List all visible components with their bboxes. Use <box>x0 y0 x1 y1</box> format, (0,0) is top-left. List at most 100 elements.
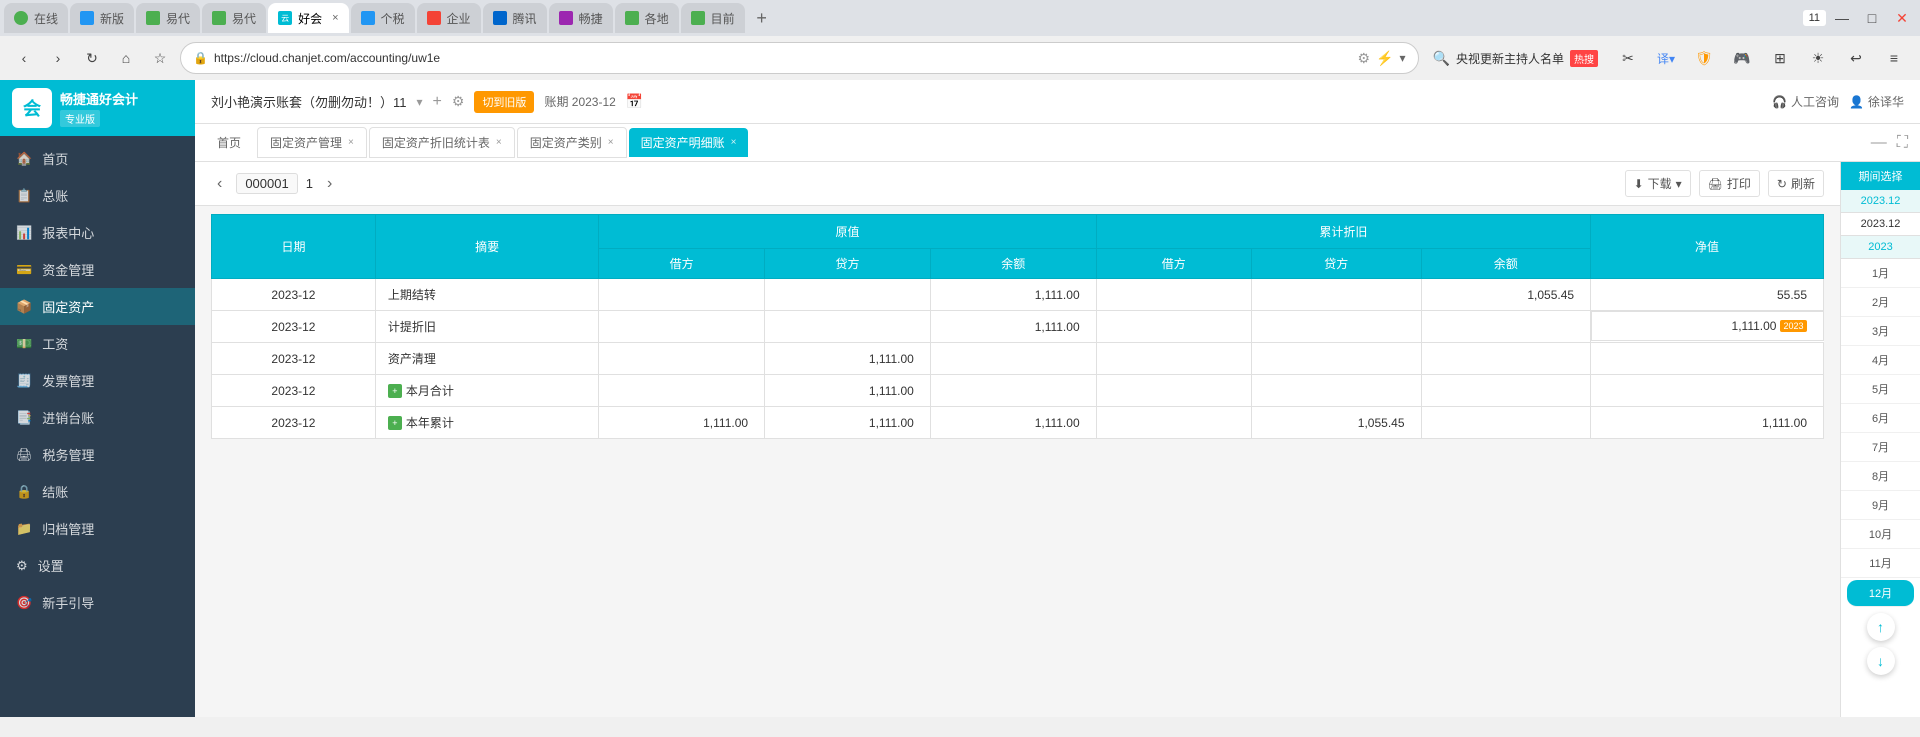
tab-close-btn[interactable]: × <box>332 12 338 24</box>
browser-tab-haohui[interactable]: 云 好会 × <box>268 3 348 33</box>
download-btn[interactable]: ⬇ 下载 ▾ <box>1625 170 1691 197</box>
menu-icon[interactable]: ≡ <box>1878 42 1910 74</box>
cell-orig-balance <box>930 343 1096 375</box>
cell-accum-debit <box>1096 279 1251 311</box>
prev-account-btn[interactable]: ‹ <box>211 173 228 195</box>
sidebar-item-funds[interactable]: 💳 资金管理 <box>0 251 195 288</box>
period-month-1[interactable]: 1月 <box>1841 259 1920 288</box>
tab-close-icon[interactable]: × <box>731 137 737 148</box>
browser-tab-geshui[interactable]: 个税 <box>351 3 415 33</box>
bookmark-button[interactable]: ☆ <box>146 44 174 72</box>
scroll-down-btn[interactable]: ↓ <box>1867 647 1895 675</box>
next-account-btn[interactable]: › <box>321 173 338 195</box>
print-btn[interactable]: 🖨 打印 <box>1699 170 1760 197</box>
brightness-icon[interactable]: ☀ <box>1802 42 1834 74</box>
cell-date: 2023-12 <box>212 407 376 439</box>
cell-accum-credit <box>1251 375 1421 407</box>
table-row: 2023-12 计提折旧 1,111.00 1,111.00 <box>212 311 1824 343</box>
calendar-icon[interactable]: 📅 <box>626 93 643 110</box>
period-month-3[interactable]: 3月 <box>1841 317 1920 346</box>
cell-orig-debit: 1,111.00 <box>599 407 765 439</box>
row-label-container: + 本年累计 <box>388 414 586 431</box>
tab-close-icon[interactable]: × <box>608 137 614 148</box>
tab-favicon <box>427 11 441 25</box>
shield-icon[interactable]: 🛡 <box>1688 42 1720 74</box>
sidebar-item-home[interactable]: 🏠 首页 <box>0 140 195 177</box>
restore-btn[interactable]: □ <box>1858 4 1886 32</box>
dropdown-icon[interactable]: ▾ <box>1400 51 1406 65</box>
cell-date: 2023-12 <box>212 279 376 311</box>
period-month-9[interactable]: 9月 <box>1841 491 1920 520</box>
cell-accum-credit <box>1251 343 1421 375</box>
grid-icon[interactable]: ⊞ <box>1764 42 1796 74</box>
sidebar-nav: 🏠 首页 📋 总账 📊 报表中心 💳 资金管理 📦 固定资产 💵 工资 <box>0 136 195 717</box>
old-version-btn[interactable]: 切到旧版 <box>474 91 534 113</box>
sidebar-item-salary[interactable]: 💵 工资 <box>0 325 195 362</box>
sidebar-item-fixed-assets[interactable]: 📦 固定资产 <box>0 288 195 325</box>
address-bar[interactable]: 🔒 https://cloud.chanjet.com/accounting/u… <box>180 42 1419 74</box>
app-title: 畅捷通好会计 <box>60 89 138 108</box>
period-month-7[interactable]: 7月 <box>1841 433 1920 462</box>
browser-tab-yidai2[interactable]: 易代 <box>202 3 266 33</box>
sidebar-item-closing[interactable]: 🔒 结账 <box>0 473 195 510</box>
forward-button[interactable]: › <box>44 44 72 72</box>
cell-net-value <box>1591 375 1824 407</box>
period-month-12[interactable]: 12月 <box>1847 580 1914 607</box>
maximize-content-btn[interactable]: ⛶ <box>1893 134 1912 152</box>
browser-tab-yidai1[interactable]: 易代 <box>136 3 200 33</box>
cell-accum-balance <box>1421 343 1591 375</box>
sidebar-item-report[interactable]: 📊 报表中心 <box>0 214 195 251</box>
tab-depreciation-stats[interactable]: 固定资产折旧统计表 × <box>369 127 515 158</box>
period-month-4[interactable]: 4月 <box>1841 346 1920 375</box>
tab-asset-detail[interactable]: 固定资产明细账 × <box>629 128 749 157</box>
scroll-up-btn[interactable]: ↑ <box>1867 613 1895 641</box>
period-month-2[interactable]: 2月 <box>1841 288 1920 317</box>
period-month-6[interactable]: 6月 <box>1841 404 1920 433</box>
translate-icon[interactable]: 译▾ <box>1650 42 1682 74</box>
reload-button[interactable]: ↻ <box>78 44 106 72</box>
dropdown-arrow[interactable]: ▾ <box>417 95 423 109</box>
user-button[interactable]: 👤 徐译华 <box>1849 93 1904 110</box>
browser-tab-gedi[interactable]: 各地 <box>615 3 679 33</box>
home-button[interactable]: ⌂ <box>112 44 140 72</box>
tab-close-icon[interactable]: × <box>496 137 502 148</box>
gamepad-icon[interactable]: 🎮 <box>1726 42 1758 74</box>
add-button[interactable]: + <box>433 93 442 111</box>
browser-tab-new[interactable]: 新版 <box>70 3 134 33</box>
tab-close-icon[interactable]: × <box>348 137 354 148</box>
browser-tab-online[interactable]: 在线 <box>4 3 68 33</box>
minimize-btn[interactable]: — <box>1828 4 1856 32</box>
help-button[interactable]: 🎧 人工咨询 <box>1772 93 1839 110</box>
nav-label: 工资 <box>42 334 68 353</box>
sidebar-item-settings[interactable]: ⚙ 设置 <box>0 547 195 584</box>
browser-tab-tencent[interactable]: 腾讯 <box>483 3 547 33</box>
settings-small-icon[interactable]: ⚙ <box>452 93 465 110</box>
nav-label: 结账 <box>42 482 68 501</box>
close-btn[interactable]: ✕ <box>1888 4 1916 32</box>
tab-asset-category[interactable]: 固定资产类别 × <box>517 127 627 158</box>
undo-icon[interactable]: ↩ <box>1840 42 1872 74</box>
refresh-btn[interactable]: ↻ 刷新 <box>1768 170 1824 197</box>
period-month-10[interactable]: 10月 <box>1841 520 1920 549</box>
sidebar-item-tax[interactable]: 🖨 税务管理 <box>0 436 195 473</box>
sidebar-item-guide[interactable]: 🎯 新手引导 <box>0 584 195 621</box>
tab-fixed-management[interactable]: 固定资产管理 × <box>257 127 367 158</box>
period-month-5[interactable]: 5月 <box>1841 375 1920 404</box>
minimize-content-btn[interactable]: — <box>1867 134 1891 152</box>
period-month-8[interactable]: 8月 <box>1841 462 1920 491</box>
sidebar-item-invoice[interactable]: 🧾 发票管理 <box>0 362 195 399</box>
col-accumulated-depreciation: 累计折旧 <box>1096 215 1590 249</box>
browser-tab-qiye[interactable]: 企业 <box>417 3 481 33</box>
sidebar-item-purchase[interactable]: 📑 进销台账 <box>0 399 195 436</box>
sidebar-item-archive[interactable]: 📁 归档管理 <box>0 510 195 547</box>
browser-tab-changjie[interactable]: 畅捷 <box>549 3 613 33</box>
tab-home[interactable]: 首页 <box>203 128 255 157</box>
cell-accum-credit <box>1251 311 1421 343</box>
browser-tab-mubiao[interactable]: 目前 <box>681 3 745 33</box>
back-button[interactable]: ‹ <box>10 44 38 72</box>
tax-icon: 🖨 <box>16 447 33 463</box>
scissors-icon[interactable]: ✂ <box>1612 42 1644 74</box>
period-month-11[interactable]: 11月 <box>1841 549 1920 578</box>
sidebar-item-ledger[interactable]: 📋 总账 <box>0 177 195 214</box>
new-tab-button[interactable]: + <box>747 3 777 33</box>
